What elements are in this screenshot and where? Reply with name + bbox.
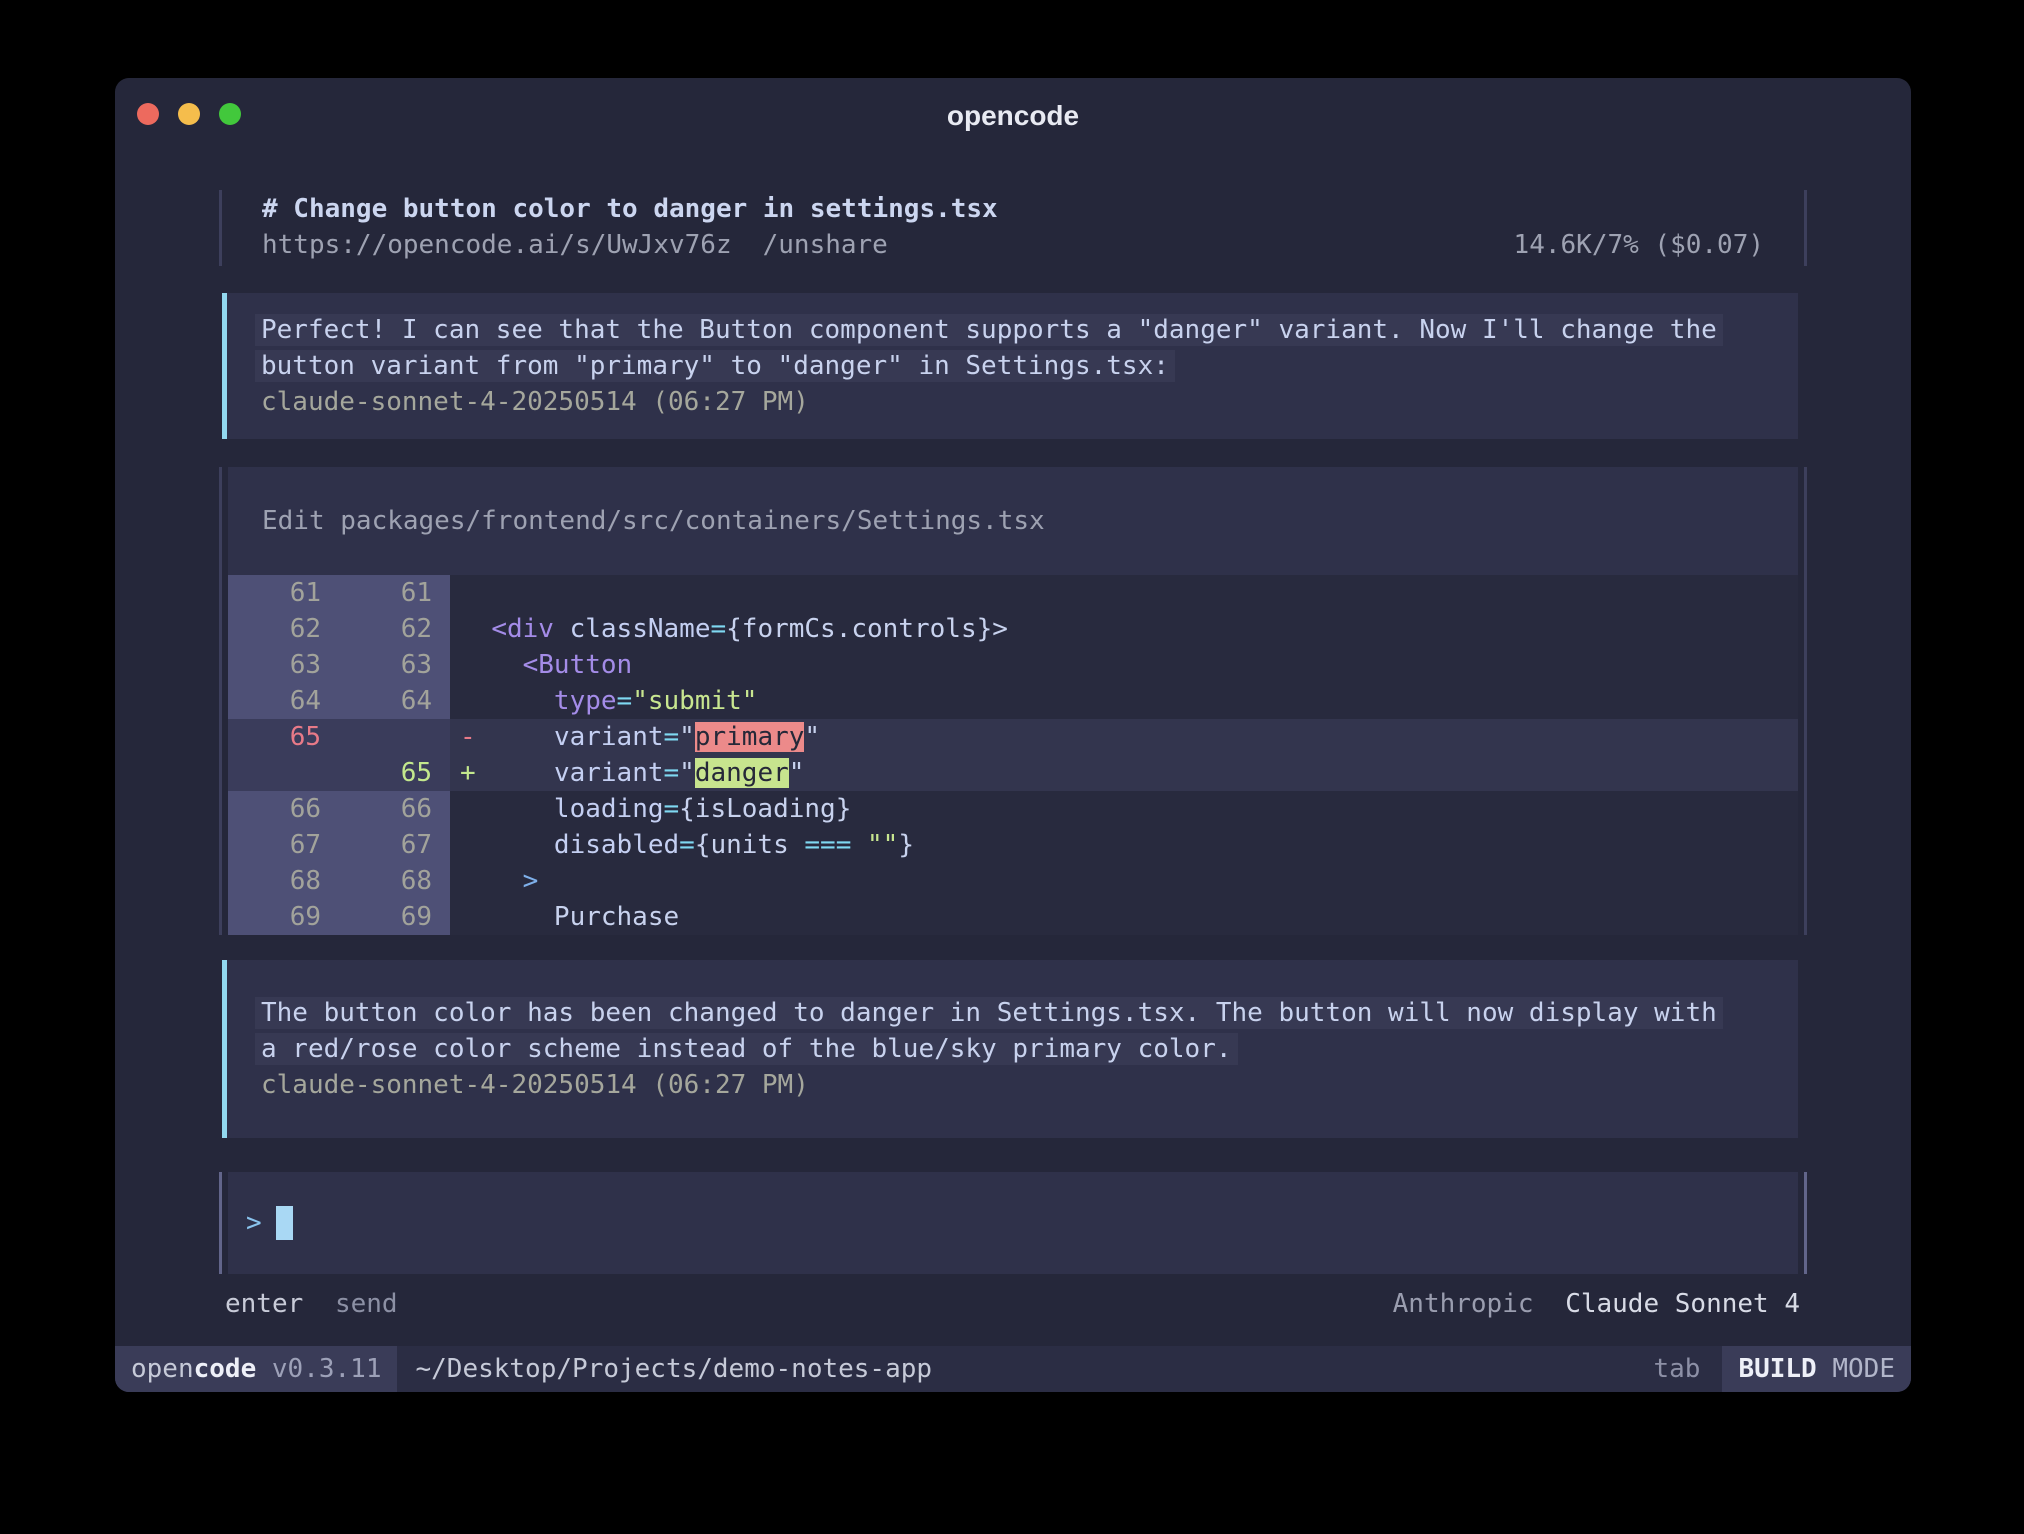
terminal-window: opencode # Change button color to danger… bbox=[115, 78, 1911, 1392]
prompt-chevron: > bbox=[246, 1208, 262, 1238]
message-text: The button color has been changed to dan… bbox=[261, 995, 1758, 1067]
diff-row: 6767 disabled={units === ""} bbox=[228, 827, 1798, 863]
diff-row: 65+ variant="danger" bbox=[228, 755, 1798, 791]
model-label: Claude Sonnet 4 bbox=[1565, 1289, 1800, 1319]
mode-suffix: MODE bbox=[1817, 1354, 1895, 1384]
hint-bar: enter send Anthropic Claude Sonnet 4 bbox=[219, 1286, 1807, 1322]
app-name-open: open bbox=[131, 1354, 194, 1384]
working-directory: ~/Desktop/Projects/demo-notes-app bbox=[415, 1354, 932, 1384]
tab-key-hint: tab bbox=[1653, 1354, 1700, 1384]
title-bar: opencode bbox=[115, 78, 1911, 150]
edit-file-title: Edit packages/frontend/src/containers/Se… bbox=[228, 467, 1798, 575]
diff-row: 6363 <Button bbox=[228, 647, 1798, 683]
diff-row: 6161 bbox=[228, 575, 1798, 611]
provider-label: Anthropic bbox=[1393, 1289, 1534, 1319]
mode-name: BUILD bbox=[1738, 1354, 1816, 1384]
diff-row: 6868 > bbox=[228, 863, 1798, 899]
diff-row: 6666 loading={isLoading} bbox=[228, 791, 1798, 827]
app-version-chip: opencode v0.3.11 bbox=[115, 1346, 397, 1392]
message-text: Perfect! I can see that the Button compo… bbox=[261, 312, 1758, 384]
window-title: opencode bbox=[115, 100, 1911, 132]
token-usage: 14.6K/7% ($0.07) bbox=[1514, 227, 1764, 263]
diff-row: 65- variant="primary" bbox=[228, 719, 1798, 755]
session-title: # Change button color to danger in setti… bbox=[262, 191, 1764, 227]
diff-row: 6969 Purchase bbox=[228, 899, 1798, 935]
enter-key-hint: enter bbox=[225, 1289, 303, 1319]
assistant-message-1: Perfect! I can see that the Button compo… bbox=[222, 293, 1798, 439]
diff-table: 61616262 <div className={formCs.controls… bbox=[228, 575, 1798, 935]
unshare-command[interactable]: /unshare bbox=[763, 227, 888, 263]
prompt-input[interactable]: > bbox=[219, 1172, 1807, 1274]
app-name-code: code bbox=[194, 1354, 257, 1384]
edit-tool-block: Edit packages/frontend/src/containers/Se… bbox=[219, 467, 1807, 935]
status-bar: opencode v0.3.11 ~/Desktop/Projects/demo… bbox=[115, 1346, 1911, 1392]
app-version: v0.3.11 bbox=[256, 1354, 381, 1384]
share-url[interactable]: https://opencode.ai/s/UwJxv76z bbox=[262, 227, 732, 263]
model-timestamp: claude-sonnet-4-20250514 (06:27 PM) bbox=[261, 1067, 1758, 1103]
send-action-hint: send bbox=[335, 1289, 398, 1319]
session-header: # Change button color to danger in setti… bbox=[219, 190, 1807, 266]
text-cursor bbox=[276, 1206, 293, 1240]
mode-chip[interactable]: BUILD MODE bbox=[1722, 1346, 1911, 1392]
diff-row: 6262 <div className={formCs.controls}> bbox=[228, 611, 1798, 647]
assistant-message-2: The button color has been changed to dan… bbox=[222, 960, 1798, 1138]
diff-row: 6464 type="submit" bbox=[228, 683, 1798, 719]
model-timestamp: claude-sonnet-4-20250514 (06:27 PM) bbox=[261, 384, 1758, 420]
